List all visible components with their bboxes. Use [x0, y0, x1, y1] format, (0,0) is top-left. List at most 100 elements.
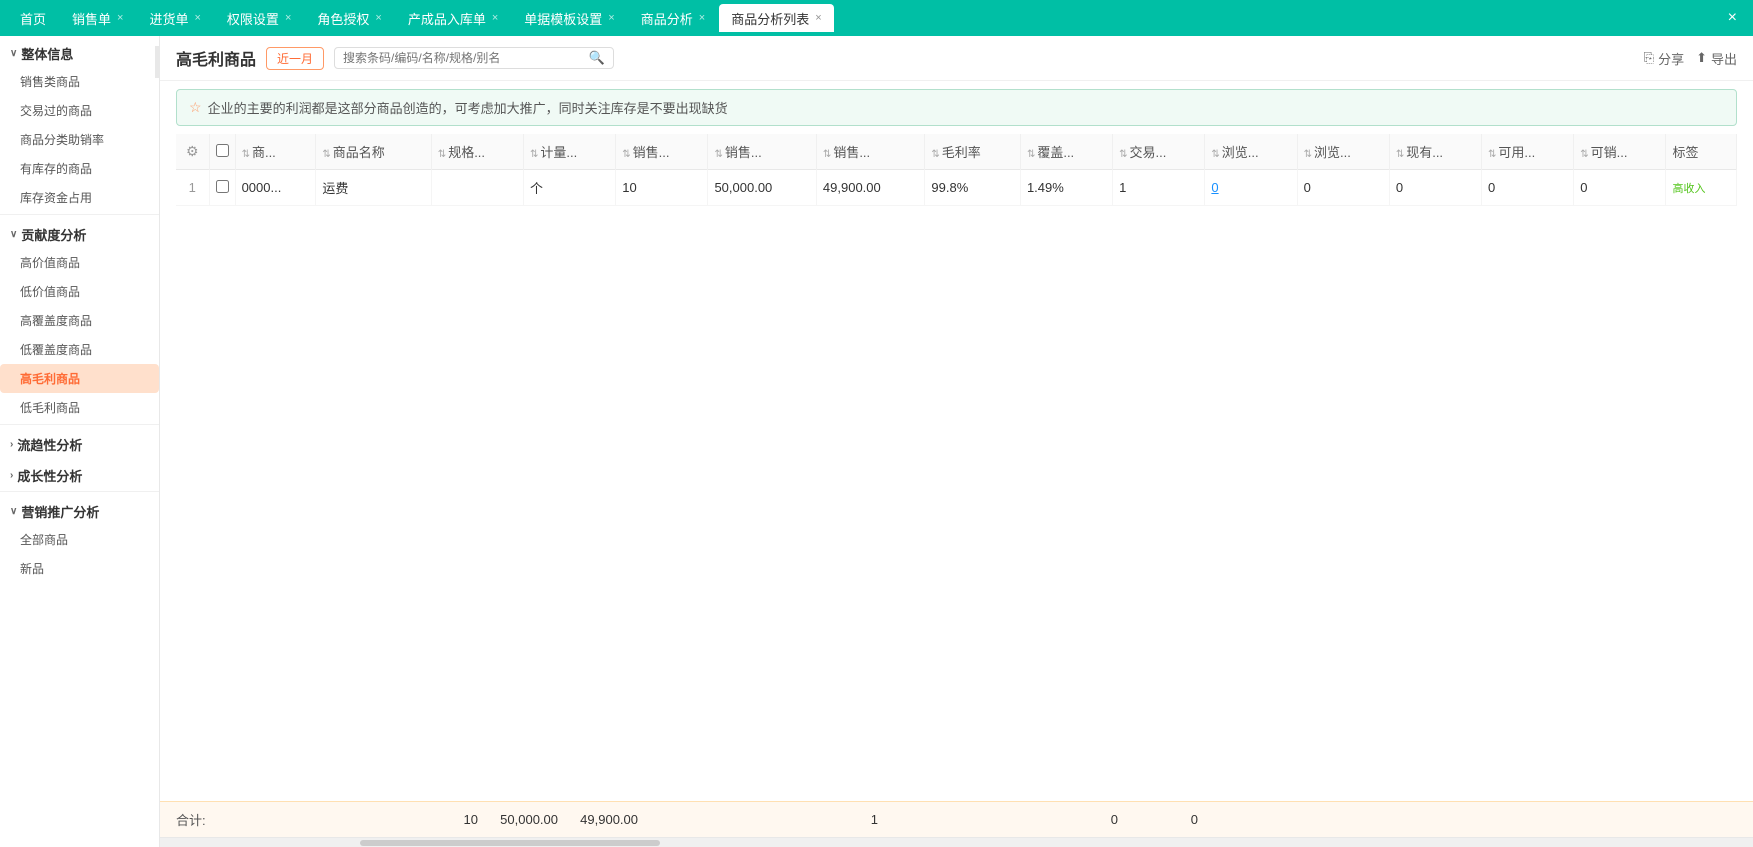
cell-browse2: 0: [1297, 170, 1389, 206]
col-spec[interactable]: ⇅规格...: [431, 134, 523, 170]
footer-transaction: 1: [804, 812, 884, 827]
col-sales2[interactable]: ⇅销售...: [708, 134, 816, 170]
export-icon: ⬆: [1696, 50, 1707, 66]
scrollbar-thumb[interactable]: [360, 840, 660, 846]
close-tab-analysis[interactable]: ×: [699, 12, 705, 24]
close-tab-warehouse[interactable]: ×: [492, 12, 498, 24]
footer-available: 0: [1124, 812, 1204, 827]
search-input[interactable]: [343, 51, 585, 65]
close-tab-permissions[interactable]: ×: [285, 12, 291, 24]
nav-tab-warehouse[interactable]: 产成品入库单 ×: [396, 4, 510, 32]
nav-tab-permissions[interactable]: 权限设置 ×: [215, 4, 303, 32]
sidebar-item-in-stock[interactable]: 有库存的商品: [0, 154, 159, 183]
cell-unit: 个: [524, 170, 616, 206]
cell-coverage: 1.49%: [1020, 170, 1112, 206]
cell-available: 0: [1482, 170, 1574, 206]
tag-label: 高收入: [1672, 183, 1705, 195]
chevron-down-icon-marketing: ∨: [10, 506, 17, 517]
col-browse1[interactable]: ⇅浏览...: [1205, 134, 1297, 170]
col-available[interactable]: ⇅可用...: [1482, 134, 1574, 170]
sidebar-item-low-coverage[interactable]: 低覆盖度商品: [0, 335, 159, 364]
footer-spacer4: [884, 812, 964, 827]
col-gross-rate[interactable]: ⇅毛利率: [925, 134, 1021, 170]
share-button[interactable]: ⎘ 分享: [1644, 49, 1684, 68]
nav-tab-sales[interactable]: 销售单 ×: [60, 4, 135, 32]
col-tag[interactable]: 标签: [1666, 134, 1737, 170]
sidebar-item-low-value[interactable]: 低价值商品: [0, 277, 159, 306]
sidebar-item-sales-goods[interactable]: 销售类商品: [0, 67, 159, 96]
browse1-link[interactable]: 0: [1211, 180, 1218, 195]
search-icon[interactable]: 🔍: [589, 50, 605, 66]
close-tab-template[interactable]: ×: [608, 12, 614, 24]
sidebar-group-overall[interactable]: ∨ 整体信息: [0, 36, 159, 67]
close-tab-analysis-list[interactable]: ×: [815, 12, 821, 24]
row-num: 1: [176, 170, 209, 206]
footer-current: 0: [1044, 812, 1124, 827]
cell-sellable: 0: [1574, 170, 1666, 206]
cell-sales1: 10: [616, 170, 708, 206]
select-all-checkbox[interactable]: [216, 144, 229, 157]
horizontal-scrollbar[interactable]: [160, 837, 1753, 847]
col-coverage[interactable]: ⇅覆盖...: [1020, 134, 1112, 170]
nav-tab-analysis-list[interactable]: 商品分析列表 ×: [719, 4, 833, 32]
row-select-checkbox[interactable]: [216, 180, 229, 193]
footer-spacer5: [964, 812, 1044, 827]
col-transaction[interactable]: ⇅交易...: [1113, 134, 1205, 170]
settings-icon[interactable]: ⚙: [182, 143, 203, 159]
col-name[interactable]: ⇅商品名称: [316, 134, 431, 170]
footer-spacer2: [644, 812, 724, 827]
nav-tab-template[interactable]: 单据模板设置 ×: [512, 4, 626, 32]
content-header: 高毛利商品 近一月 🔍 ⎘ 分享 ⬆ 导出: [160, 36, 1753, 81]
footer-sales2: 50,000.00: [484, 812, 564, 827]
col-checkbox: [209, 134, 235, 170]
sidebar-item-traded-goods[interactable]: 交易过的商品: [0, 96, 159, 125]
nav-tab-purchase[interactable]: 进货单 ×: [137, 4, 212, 32]
info-banner: ☆ 企业的主要的利润都是这部分商品创造的，可考虑加大推广，同时关注库存是不要出现…: [176, 89, 1737, 126]
nav-home[interactable]: 首页: [8, 4, 58, 32]
export-button[interactable]: ⬆ 导出: [1696, 49, 1737, 68]
col-code[interactable]: ⇅商...: [235, 134, 316, 170]
col-settings[interactable]: ⚙: [176, 134, 209, 170]
sidebar-item-high-coverage[interactable]: 高覆盖度商品: [0, 306, 159, 335]
filter-recent-month-button[interactable]: 近一月: [266, 47, 324, 70]
chevron-right-icon-trend: ›: [10, 439, 13, 450]
col-browse2[interactable]: ⇅浏览...: [1297, 134, 1389, 170]
sidebar-group-contribution[interactable]: ∨ 贡献度分析: [0, 217, 159, 248]
footer-spacer3: [724, 812, 804, 827]
sidebar-item-low-margin[interactable]: 低毛利商品: [0, 393, 159, 422]
sidebar-item-category-assist[interactable]: 商品分类助销率: [0, 125, 159, 154]
cell-transaction: 1: [1113, 170, 1205, 206]
share-icon: ⎘: [1644, 50, 1654, 66]
col-sellable[interactable]: ⇅可销...: [1574, 134, 1666, 170]
sidebar-item-high-value[interactable]: 高价值商品: [0, 248, 159, 277]
nav-tab-roles[interactable]: 角色授权 ×: [305, 4, 393, 32]
close-tab-roles[interactable]: ×: [375, 12, 381, 24]
header-actions: ⎘ 分享 ⬆ 导出: [1644, 49, 1737, 68]
sidebar-item-stock-capital[interactable]: 库存资金占用: [0, 183, 159, 212]
sidebar-item-new-goods[interactable]: 新品: [0, 554, 159, 583]
table-container: ⚙ ⇅商... ⇅商品名称 ⇅规格... ⇅计量... ⇅销售... ⇅销售..…: [176, 134, 1737, 801]
col-unit[interactable]: ⇅计量...: [524, 134, 616, 170]
row-checkbox[interactable]: [209, 170, 235, 206]
footer-cells: 10 50,000.00 49,900.00 1 0 0: [224, 812, 1737, 827]
nav-tab-analysis[interactable]: 商品分析 ×: [629, 4, 717, 32]
cell-browse1[interactable]: 0: [1205, 170, 1297, 206]
col-sales3[interactable]: ⇅销售...: [816, 134, 924, 170]
cell-sales3: 49,900.00: [816, 170, 924, 206]
sidebar-item-all-goods[interactable]: 全部商品: [0, 525, 159, 554]
close-tab-sales[interactable]: ×: [117, 12, 123, 24]
close-tab-purchase[interactable]: ×: [194, 12, 200, 24]
chevron-right-icon-growth: ›: [10, 470, 13, 481]
sidebar-collapse-button[interactable]: «: [155, 46, 160, 78]
sidebar: « ∨ 整体信息 销售类商品 交易过的商品 商品分类助销率 有库存的商品 库存资…: [0, 36, 160, 847]
main-layout: « ∨ 整体信息 销售类商品 交易过的商品 商品分类助销率 有库存的商品 库存资…: [0, 36, 1753, 847]
sidebar-group-growth[interactable]: › 成长性分析: [0, 458, 159, 489]
sidebar-group-trend[interactable]: › 流趋性分析: [0, 427, 159, 458]
col-sales1[interactable]: ⇅销售...: [616, 134, 708, 170]
window-close-button[interactable]: ×: [1720, 9, 1745, 27]
footer-spacer: [224, 812, 404, 827]
sidebar-item-high-margin[interactable]: 高毛利商品: [0, 364, 159, 393]
top-nav: 首页 销售单 × 进货单 × 权限设置 × 角色授权 × 产成品入库单 × 单据…: [0, 0, 1753, 36]
col-current[interactable]: ⇅现有...: [1389, 134, 1481, 170]
sidebar-group-marketing[interactable]: ∨ 营销推广分析: [0, 494, 159, 525]
